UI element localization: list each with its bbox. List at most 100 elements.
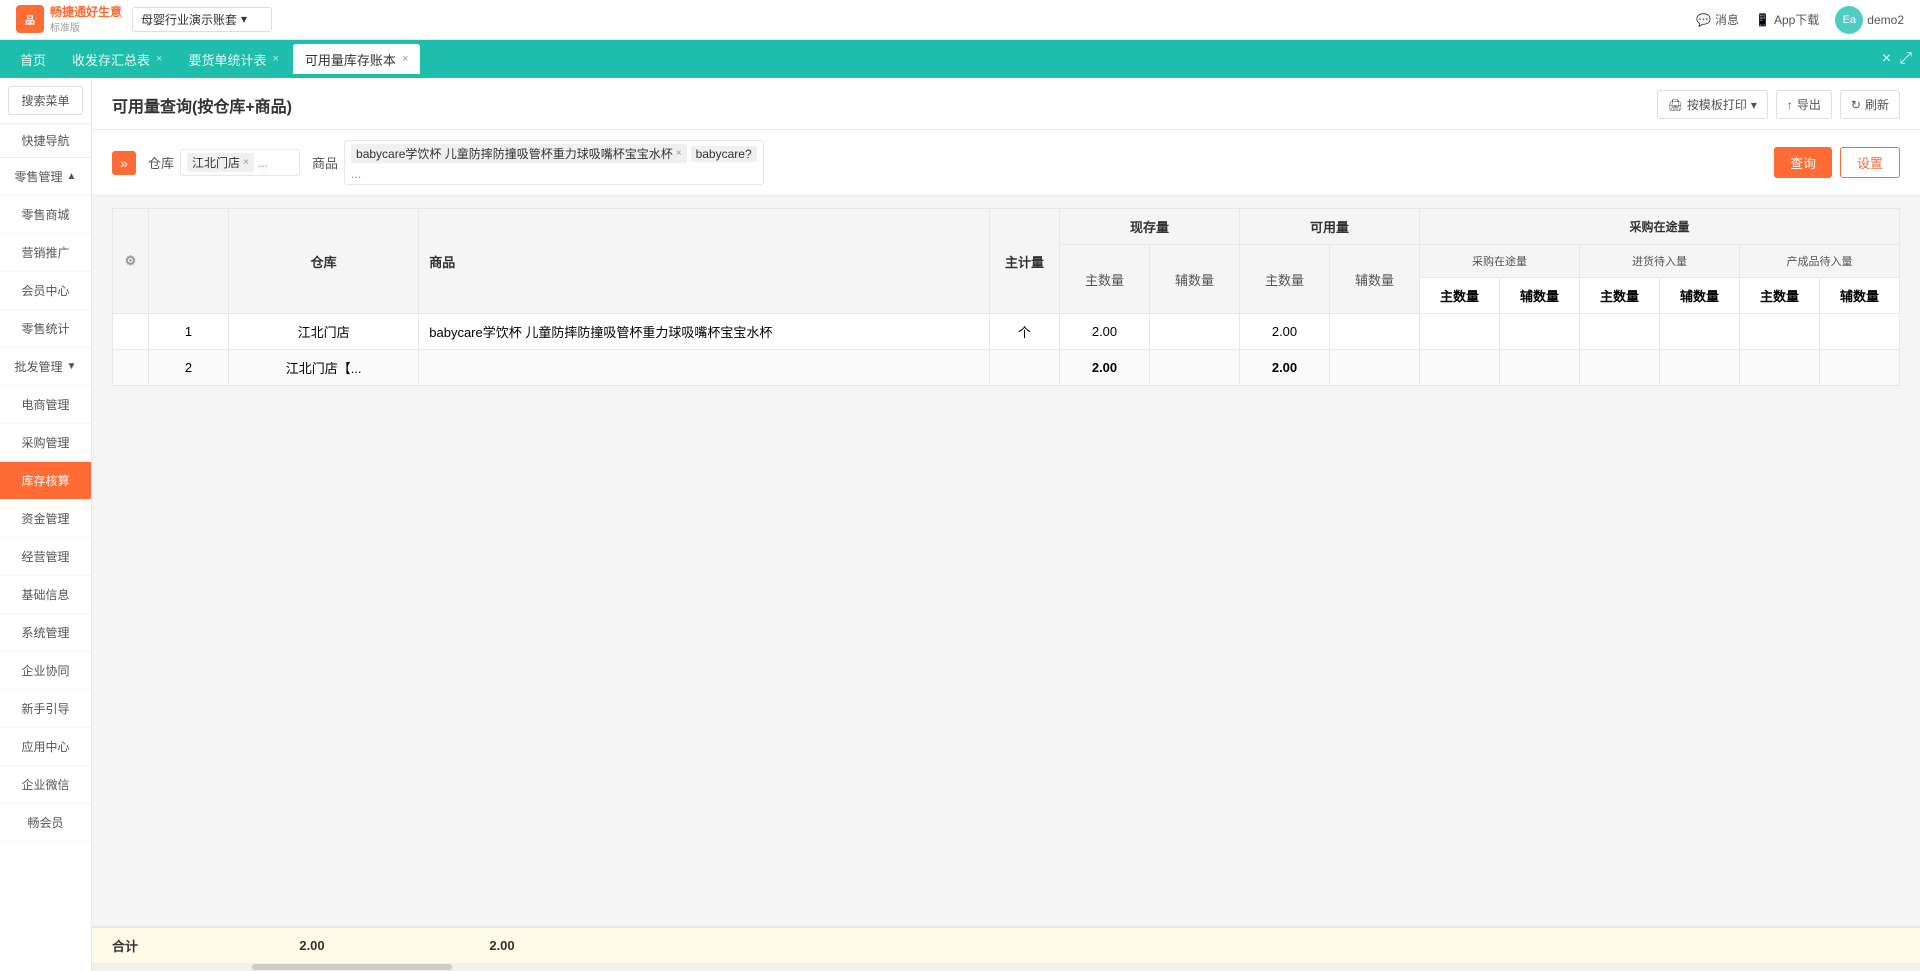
sidebar-search-area: 搜索菜单 [0, 78, 91, 124]
sidebar-item-wholesale-mgmt[interactable]: 批发管理 ▼ [0, 348, 91, 386]
sidebar-item-purchase-label: 采购管理 [21, 434, 69, 451]
message-btn[interactable]: 💬 消息 [1696, 11, 1739, 28]
filter-actions: 查询 设置 [1774, 147, 1900, 178]
row1-product: babycare学饮杯 儿童防摔防撞吸管杯重力球吸嘴杯宝宝水杯 [419, 314, 990, 350]
row2-pp-main [1580, 350, 1660, 386]
page-title: 可用量查询(按仓库+商品) [112, 93, 292, 117]
tab-order-stats[interactable]: 要货单统计表 × [176, 44, 290, 74]
sidebar-item-system-label: 系统管理 [21, 624, 69, 641]
bottom-scroll[interactable] [92, 963, 1920, 971]
col-purchase-header: 采购在途量 [1420, 209, 1900, 245]
expand-window-btn[interactable]: ⤢ [1899, 50, 1912, 68]
warehouse-tag-close[interactable]: × [243, 157, 249, 168]
sidebar-item-retail-mgmt[interactable]: 零售管理 ▲ [0, 158, 91, 196]
sidebar-item-finance[interactable]: 资金管理 [0, 500, 91, 538]
tab-home[interactable]: 首页 [8, 44, 58, 74]
row1-pt-main [1420, 314, 1500, 350]
top-bar-left: 品 畅捷通好生意 标准版 母婴行业演示账套 ▾ [16, 5, 272, 34]
template-selector[interactable]: 母婴行业演示账套 ▾ [132, 7, 272, 32]
print-icon: 🖨 [1668, 98, 1683, 112]
footer-pp-main [852, 938, 952, 953]
template-print-btn[interactable]: 🖨 按模板打印 ▾ [1657, 90, 1768, 119]
sidebar-item-newbie-label: 新手引导 [21, 700, 69, 717]
product-tag-container[interactable]: babycare学饮杯 儿童防摔防撞吸管杯重力球吸嘴杯宝宝水杯 × babyca… [344, 140, 764, 185]
tab-receivable[interactable]: 收发存汇总表 × [60, 44, 174, 74]
tab-order-stats-label: 要货单统计表 [188, 50, 266, 69]
nav-tabs-right: × ⤢ [1882, 50, 1912, 68]
tab-available-stock[interactable]: 可用量库存账本 × [293, 44, 420, 74]
sidebar-section: 零售管理 ▲ 零售商城 营销推广 会员中心 零售统计 批发管理 ▼ 电商管理 [0, 158, 91, 842]
sidebar-item-system[interactable]: 系统管理 [0, 614, 91, 652]
query-btn[interactable]: 查询 [1774, 147, 1832, 178]
sidebar-item-basic-info[interactable]: 基础信息 [0, 576, 91, 614]
export-btn[interactable]: ↑ 导出 [1776, 90, 1832, 119]
warehouse-tag-container[interactable]: 江北门店 × ... [180, 149, 300, 176]
row1-pp-main [1580, 314, 1660, 350]
close-window-btn[interactable]: × [1882, 50, 1891, 68]
refresh-btn[interactable]: ↻ 刷新 [1840, 90, 1900, 119]
sidebar-item-wechat[interactable]: 企业微信 [0, 766, 91, 804]
tab-available-stock-close[interactable]: × [402, 53, 408, 65]
sidebar-search-btn[interactable]: 搜索菜单 [8, 86, 83, 115]
row2-settings[interactable] [113, 350, 149, 386]
sidebar-item-operation-label: 经营管理 [21, 548, 69, 565]
content-area: 可用量查询(按仓库+商品) 🖨 按模板打印 ▾ ↑ 导出 ↻ 刷新 [92, 78, 1920, 971]
footer-label: 合计 [112, 936, 272, 955]
sidebar-item-wechat-label: 企业微信 [21, 776, 69, 793]
col-purchase-transit-label: 采购在途量 [1420, 245, 1580, 278]
sidebar-item-retail-store[interactable]: 零售商城 [0, 196, 91, 234]
row2-main-unit [990, 350, 1060, 386]
col-stock-header: 现存量 [1060, 209, 1240, 245]
col-settings-header[interactable]: ⚙ [113, 209, 149, 314]
footer-available-aux [552, 938, 652, 953]
sidebar-item-enterprise[interactable]: 企业协同 [0, 652, 91, 690]
sidebar-item-purchase[interactable]: 采购管理 [0, 424, 91, 462]
settings-icon: ⚙ [125, 253, 137, 268]
footer-prod-aux [1152, 938, 1252, 953]
col-purchase-transit-main: 主数量 [1420, 278, 1500, 314]
template-selector-label: 母婴行业演示账套 [141, 11, 237, 28]
footer-stock-aux [352, 938, 452, 953]
page-actions: 🖨 按模板打印 ▾ ↑ 导出 ↻ 刷新 [1657, 90, 1900, 119]
sidebar-item-basic-info-label: 基础信息 [21, 586, 69, 603]
sidebar-item-retail-stats[interactable]: 零售统计 [0, 310, 91, 348]
warehouse-more[interactable]: ... [258, 156, 268, 170]
sidebar-item-marketing[interactable]: 营销推广 [0, 234, 91, 272]
tab-receivable-close[interactable]: × [156, 53, 162, 65]
row1-settings[interactable] [113, 314, 149, 350]
row1-available-aux [1330, 314, 1420, 350]
sidebar-item-stock[interactable]: 库存核算 [0, 462, 91, 500]
user-profile[interactable]: Ea demo2 [1835, 6, 1904, 34]
row2-prod-main [1740, 350, 1820, 386]
message-icon: 💬 [1696, 13, 1711, 27]
table-footer: 合计 2.00 2.00 [92, 926, 1920, 963]
footer-prod-main [1052, 938, 1152, 953]
row2-pt-aux [1500, 350, 1580, 386]
sidebar-item-retail-store-label: 零售商城 [21, 206, 69, 223]
filter-toggle-btn[interactable]: » [112, 151, 136, 175]
bottom-scroll-thumb[interactable] [252, 964, 452, 970]
sidebar-quick-nav[interactable]: 快捷导航 [0, 124, 91, 158]
footer-pp-aux [952, 938, 1052, 953]
sidebar-item-vip[interactable]: 畅会员 [0, 804, 91, 842]
col-stock-aux: 辅数量 [1150, 245, 1240, 314]
tab-order-stats-close[interactable]: × [272, 53, 278, 65]
sidebar-item-operation[interactable]: 经营管理 [0, 538, 91, 576]
filter-bar: » 仓库 江北门店 × ... 商品 babycare学饮杯 儿童防摔防撞吸管杯… [92, 130, 1920, 196]
warehouse-label: 仓库 [148, 153, 174, 172]
row2-warehouse: 江北门店【... [229, 350, 419, 386]
product-tag-0-close[interactable]: × [676, 148, 682, 159]
row1-pp-aux [1660, 314, 1740, 350]
sidebar-item-newbie[interactable]: 新手引导 [0, 690, 91, 728]
sidebar-item-member[interactable]: 会员中心 [0, 272, 91, 310]
refresh-icon: ↻ [1851, 98, 1861, 112]
col-production-pending-main: 主数量 [1740, 278, 1820, 314]
settings-btn[interactable]: 设置 [1840, 147, 1900, 178]
col-warehouse-header: 仓库 [229, 209, 419, 314]
sidebar-item-app-center[interactable]: 应用中心 [0, 728, 91, 766]
app-download-btn[interactable]: 📱 App下载 [1755, 11, 1819, 28]
col-purchase-pending-aux: 辅数量 [1660, 278, 1740, 314]
product-more[interactable]: ... [351, 167, 361, 181]
sidebar-item-ecommerce[interactable]: 电商管理 [0, 386, 91, 424]
row2-pt-main [1420, 350, 1500, 386]
